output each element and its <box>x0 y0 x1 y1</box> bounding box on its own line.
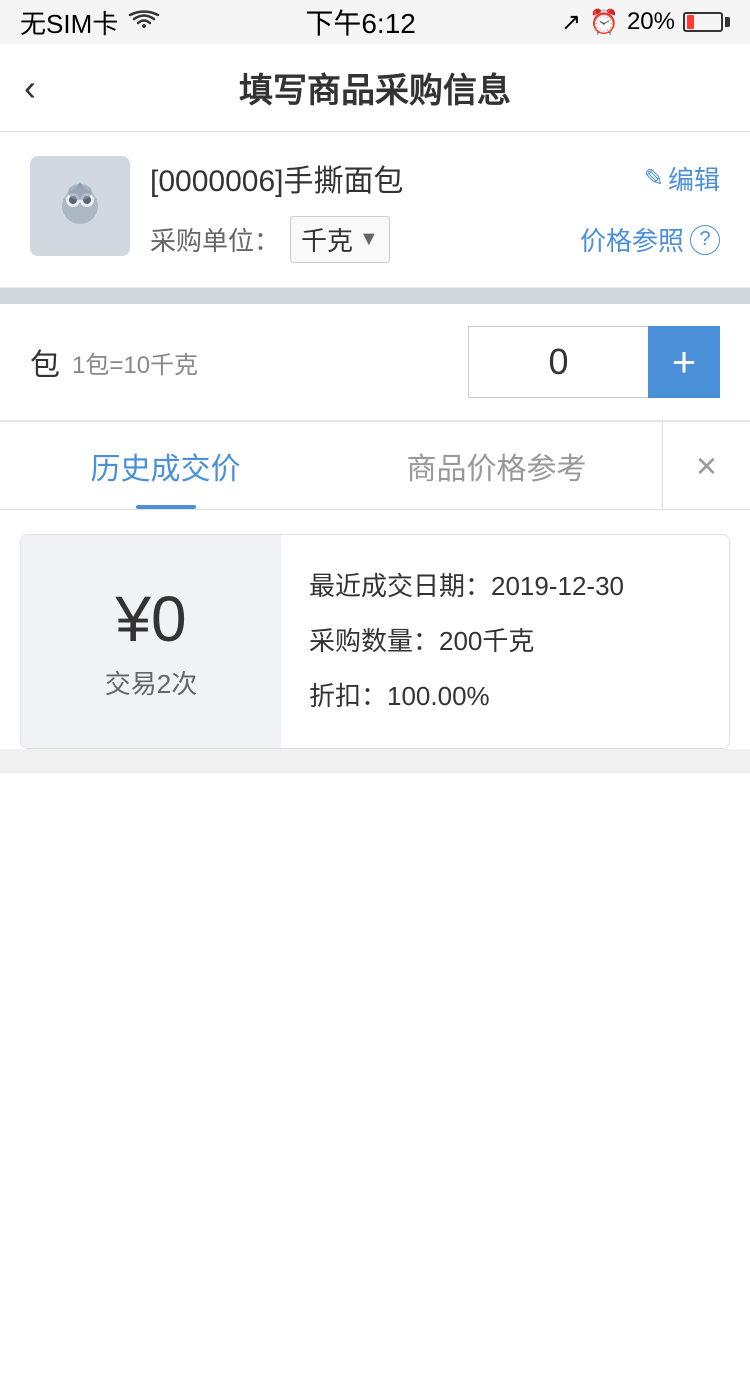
product-row: [0000006]手撕面包 ✎ 编辑 采购单位： 千克 ▼ 价格参照 <box>30 156 720 263</box>
quantity-input[interactable] <box>468 326 648 398</box>
bottom-panel: 历史成交价 商品价格参考 × ¥0 交易2次 最近成交日期：2019-12-30… <box>0 421 750 749</box>
tab-product-price-ref[interactable]: 商品价格参考 <box>331 422 662 509</box>
edit-icon: ✎ <box>644 164 664 193</box>
product-thumbnail <box>30 156 130 256</box>
product-unit-row: 采购单位： 千克 ▼ 价格参照 ? <box>150 216 720 263</box>
status-left: 无SIM卡 <box>20 4 160 41</box>
status-bar: 无SIM卡 下午6:12 ↗ ⏰ 20% <box>0 0 750 44</box>
help-icon: ? <box>690 225 720 255</box>
tab1-label: 历史成交价 <box>91 444 241 488</box>
close-icon: × <box>696 445 717 487</box>
quantity-plus-button[interactable]: + <box>648 326 720 398</box>
product-info: [0000006]手撕面包 ✎ 编辑 采购单位： 千克 ▼ 价格参照 <box>150 156 720 263</box>
history-price-value: ¥0 <box>115 582 186 656</box>
edit-button[interactable]: ✎ 编辑 <box>644 160 720 197</box>
history-summary: ¥0 交易2次 <box>21 535 281 748</box>
history-date-row: 最近成交日期：2019-12-30 <box>309 567 701 606</box>
page-title: 填写商品采购信息 <box>239 63 511 112</box>
location-icon: ↗ <box>561 8 581 37</box>
history-discount-label: 折扣： <box>309 681 387 711</box>
edit-label: 编辑 <box>668 160 720 197</box>
close-button[interactable]: × <box>662 422 750 509</box>
plus-icon: + <box>672 338 697 386</box>
tab-active-indicator <box>136 505 196 509</box>
back-button[interactable]: ‹ <box>24 67 36 109</box>
wifi-icon <box>128 10 160 34</box>
status-time: 下午6:12 <box>305 2 416 42</box>
empty-space <box>0 773 750 1373</box>
tab-history-price[interactable]: 历史成交价 <box>0 422 331 509</box>
quantity-unit-label: 包 <box>30 340 60 384</box>
quantity-row: 包 1包=10千克 + <box>0 304 750 421</box>
status-right: ↗ ⏰ 20% <box>561 8 730 37</box>
unit-prefix: 采购单位： <box>150 221 280 258</box>
battery-icon <box>683 12 730 32</box>
history-transactions: 交易2次 <box>105 664 197 701</box>
quantity-unit-info: 包 1包=10千克 <box>30 340 198 384</box>
history-qty-value: 200千克 <box>439 626 534 656</box>
unit-select[interactable]: 千克 ▼ <box>290 216 390 263</box>
history-qty-row: 采购数量：200千克 <box>309 622 701 661</box>
section-divider <box>0 288 750 304</box>
dropdown-arrow-icon: ▼ <box>359 228 379 251</box>
price-ref-label: 价格参照 <box>580 221 684 258</box>
history-discount-value: 100.00% <box>387 681 490 711</box>
history-date-label: 最近成交日期： <box>309 571 491 601</box>
product-name: [0000006]手撕面包 <box>150 156 403 200</box>
tabs-row: 历史成交价 商品价格参考 × <box>0 422 750 510</box>
history-details: 最近成交日期：2019-12-30 采购数量：200千克 折扣：100.00% <box>281 535 729 748</box>
history-card: ¥0 交易2次 最近成交日期：2019-12-30 采购数量：200千克 折扣：… <box>20 534 730 749</box>
alarm-icon: ⏰ <box>589 8 619 37</box>
history-date-value: 2019-12-30 <box>491 571 624 601</box>
battery-percent: 20% <box>627 8 675 36</box>
product-card: [0000006]手撕面包 ✎ 编辑 采购单位： 千克 ▼ 价格参照 <box>0 132 750 288</box>
unit-label: 采购单位： 千克 ▼ <box>150 216 390 263</box>
quantity-conversion: 1包=10千克 <box>72 345 198 380</box>
product-header: [0000006]手撕面包 ✎ 编辑 <box>150 156 720 200</box>
product-thumb-icon <box>50 172 110 241</box>
quantity-controls: + <box>468 326 720 398</box>
nav-bar: ‹ 填写商品采购信息 <box>0 44 750 132</box>
carrier-text: 无SIM卡 <box>20 4 118 41</box>
history-qty-label: 采购数量： <box>309 626 439 656</box>
history-discount-row: 折扣：100.00% <box>309 677 701 716</box>
unit-value: 千克 <box>301 221 353 258</box>
tab2-label: 商品价格参考 <box>407 444 587 488</box>
help-label: ? <box>699 228 710 251</box>
price-ref-button[interactable]: 价格参照 ? <box>580 221 720 258</box>
